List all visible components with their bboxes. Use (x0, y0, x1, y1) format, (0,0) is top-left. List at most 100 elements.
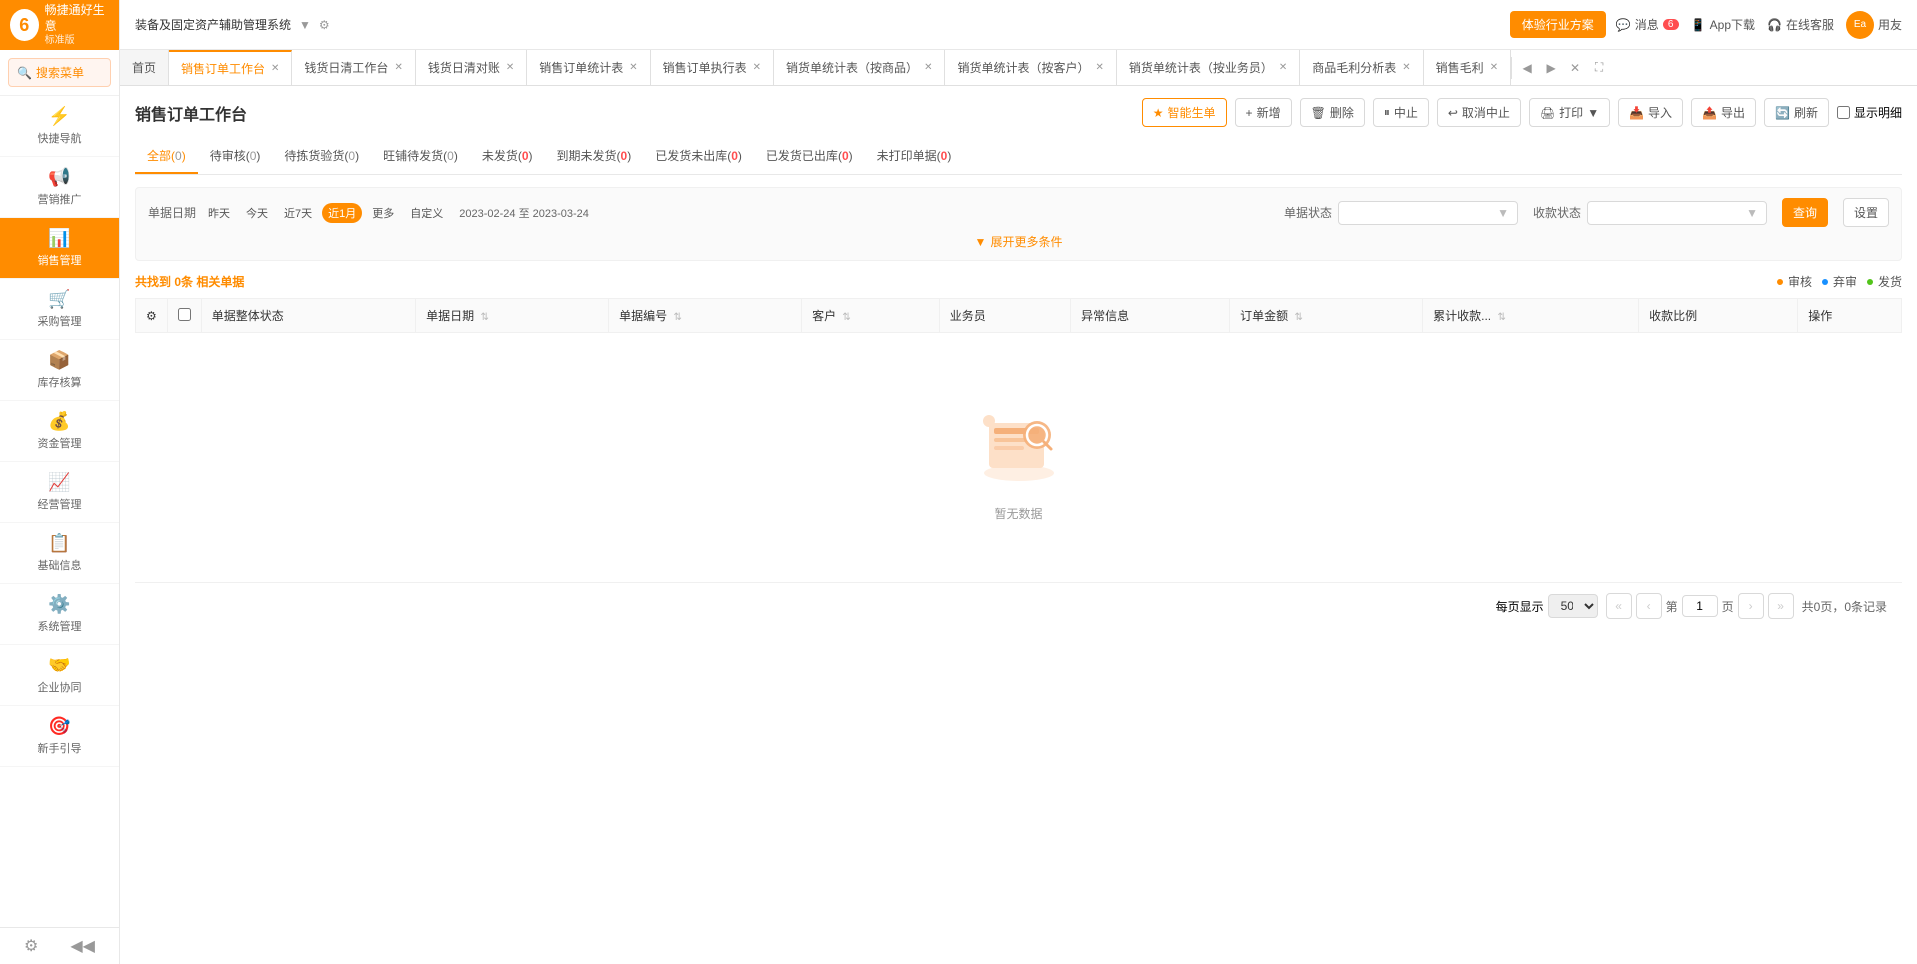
tab-sales-by-staff[interactable]: 销货单统计表（按业务员） ✕ (1117, 50, 1300, 86)
filter-expand-btn[interactable]: ▼ 展开更多条件 (148, 233, 1889, 250)
th-received[interactable]: 累计收款... ⇅ (1423, 299, 1639, 333)
filter-date-today[interactable]: 今天 (240, 203, 274, 223)
show-detail-label[interactable]: 显示明细 (1837, 104, 1902, 121)
sidebar-item-inventory[interactable]: 📦 库存核算 (0, 340, 119, 401)
close-tab-sales-workbench[interactable]: ✕ (271, 63, 279, 74)
sidebar-item-system[interactable]: ⚙️ 系统管理 (0, 584, 119, 645)
filter-payment-select[interactable]: ▼ (1587, 201, 1767, 225)
th-checkbox[interactable] (167, 299, 201, 333)
tab-sales-by-product[interactable]: 销货单统计表（按商品） ✕ (774, 50, 945, 86)
smart-create-button[interactable]: ★ 智能生单 (1142, 98, 1227, 127)
subtab-not-shipped[interactable]: 未发货(0) (470, 139, 545, 174)
delete-button[interactable]: 🗑 删除 (1300, 98, 1365, 127)
sidebar-item-finance[interactable]: 💰 资金管理 (0, 401, 119, 462)
search-menu-button[interactable]: 🔍 搜索菜单 (8, 58, 111, 87)
user-action[interactable]: Ea 用友 (1846, 11, 1902, 39)
tab-fullscreen[interactable]: ⛶ (1588, 57, 1610, 79)
sidebar-item-base-info[interactable]: 📋 基础信息 (0, 523, 119, 584)
th-settings[interactable]: ⚙ (136, 299, 168, 333)
close-tab-sales-gross[interactable]: ✕ (1490, 62, 1498, 73)
th-number[interactable]: 单据编号 ⇅ (609, 299, 802, 333)
th-customer[interactable]: 客户 ⇅ (802, 299, 940, 333)
close-tab-sales-by-product[interactable]: ✕ (924, 62, 932, 73)
review-dot (1777, 279, 1783, 285)
subtab-all[interactable]: 全部(0) (135, 139, 198, 174)
th-amount[interactable]: 订单金额 ⇅ (1230, 299, 1423, 333)
online-service-action[interactable]: 🎧 在线客服 (1767, 16, 1834, 33)
tab-scroll-right[interactable]: ▶ (1540, 57, 1562, 79)
filter-date-1month[interactable]: 近1月 (322, 203, 362, 223)
filter-payment-item: 收款状态 ▼ (1533, 201, 1767, 225)
subtab-wangpu-ship[interactable]: 旺铺待发货(0) (371, 139, 470, 174)
sales-icon: 📊 (48, 228, 70, 249)
close-tab-cash-daily[interactable]: ✕ (394, 62, 402, 73)
close-tab-sales-stats[interactable]: ✕ (629, 62, 637, 73)
add-button[interactable]: + 新增 (1235, 98, 1292, 127)
subtab-pending-review[interactable]: 待审核(0) (198, 139, 273, 174)
tab-sales-gross[interactable]: 销售毛利 ✕ (1424, 50, 1511, 86)
export-button[interactable]: 📤 导出 (1691, 98, 1756, 127)
unreviewed-action-btn[interactable]: 弃审 (1822, 273, 1857, 290)
tab-home[interactable]: 首页 (120, 50, 169, 86)
th-date[interactable]: 单据日期 ⇅ (416, 299, 609, 333)
filter-date-custom[interactable]: 自定义 (404, 203, 449, 223)
tab-cash-reconcile[interactable]: 钱货日清对账 ✕ (416, 50, 527, 86)
table-container: ⚙ 单据整体状态 单据日期 ⇅ (135, 298, 1902, 582)
prev-page-btn[interactable]: ‹ (1636, 593, 1662, 619)
cancel-suspend-button[interactable]: ↩ 取消中止 (1437, 98, 1521, 127)
show-detail-checkbox[interactable] (1837, 106, 1850, 119)
sidebar-item-marketing[interactable]: 📢 营销推广 (0, 157, 119, 218)
filter-date-more[interactable]: 更多 (366, 203, 400, 223)
close-tab-sales-exec[interactable]: ✕ (753, 62, 761, 73)
last-page-btn[interactable]: » (1768, 593, 1794, 619)
tab-cash-daily[interactable]: 钱货日清工作台 ✕ (292, 50, 415, 86)
first-page-btn[interactable]: « (1606, 593, 1632, 619)
settings-button[interactable]: 设置 (1843, 198, 1889, 227)
sidebar-item-sales[interactable]: 📊 销售管理 (0, 218, 119, 279)
select-all-checkbox[interactable] (178, 308, 191, 321)
tab-scroll-left[interactable]: ◀ (1516, 57, 1538, 79)
refresh-button[interactable]: 🔄 刷新 (1764, 98, 1829, 127)
subtab-not-printed[interactable]: 未打印单据(0) (865, 139, 964, 174)
close-tab-cash-reconcile[interactable]: ✕ (506, 62, 514, 73)
page-size-select: 每页显示 10 20 50 100 (1496, 594, 1598, 618)
ship-action-btn[interactable]: 发货 (1867, 273, 1902, 290)
tab-sales-stats[interactable]: 销售订单统计表 ✕ (527, 50, 650, 86)
empty-state-row: 暂无数据 (136, 333, 1902, 583)
app-download-action[interactable]: 📱 App下载 (1691, 16, 1755, 33)
page-number-input[interactable] (1682, 595, 1718, 617)
print-button[interactable]: 🖨 打印 ▼ (1529, 98, 1610, 127)
tab-sales-by-customer[interactable]: 销货单统计表（按客户） ✕ (945, 50, 1116, 86)
subtab-pending-inspect[interactable]: 待拣货验货(0) (272, 139, 371, 174)
close-tab-sales-by-customer[interactable]: ✕ (1095, 62, 1103, 73)
sidebar-item-quick-nav[interactable]: ⚡ 快捷导航 (0, 96, 119, 157)
review-action-btn[interactable]: 审核 (1777, 273, 1812, 290)
next-page-btn[interactable]: › (1738, 593, 1764, 619)
sidebar-item-operations[interactable]: 📈 经营管理 (0, 462, 119, 523)
industry-btn[interactable]: 体验行业方案 (1510, 11, 1606, 38)
sidebar-item-purchase[interactable]: 🛒 采购管理 (0, 279, 119, 340)
query-button[interactable]: 查询 (1782, 198, 1828, 227)
suspend-button[interactable]: ⏸ 中止 (1373, 98, 1429, 127)
sidebar-item-cooperation[interactable]: 🤝 企业协同 (0, 645, 119, 706)
gear-icon[interactable]: ⚙ (319, 18, 330, 32)
close-tab-margin-analysis[interactable]: ✕ (1402, 62, 1410, 73)
settings-bottom-icon[interactable]: ⚙ (24, 936, 38, 956)
filter-date-yesterday[interactable]: 昨天 (202, 203, 236, 223)
import-button[interactable]: 📥 导入 (1618, 98, 1683, 127)
filter-status-select[interactable]: ▼ (1338, 201, 1518, 225)
page-size-dropdown[interactable]: 10 20 50 100 (1548, 594, 1598, 618)
message-action[interactable]: 💬 消息 6 (1616, 16, 1679, 33)
tab-close-all[interactable]: ✕ (1564, 57, 1586, 79)
th-staff[interactable]: 业务员 (939, 299, 1070, 333)
tab-sales-exec[interactable]: 销售订单执行表 ✕ (651, 50, 774, 86)
collapse-icon[interactable]: ◀◀ (70, 936, 95, 956)
subtab-shipped-out[interactable]: 已发货已出库(0) (754, 139, 865, 174)
subtab-overdue-not-shipped[interactable]: 到期未发货(0) (545, 139, 644, 174)
tab-margin-analysis[interactable]: 商品毛利分析表 ✕ (1300, 50, 1423, 86)
sidebar-item-guide[interactable]: 🎯 新手引导 (0, 706, 119, 767)
filter-date-7days[interactable]: 近7天 (278, 203, 318, 223)
close-tab-sales-by-staff[interactable]: ✕ (1279, 62, 1287, 73)
tab-sales-workbench[interactable]: 销售订单工作台 ✕ (169, 50, 292, 86)
subtab-shipped-not-out[interactable]: 已发货未出库(0) (643, 139, 754, 174)
